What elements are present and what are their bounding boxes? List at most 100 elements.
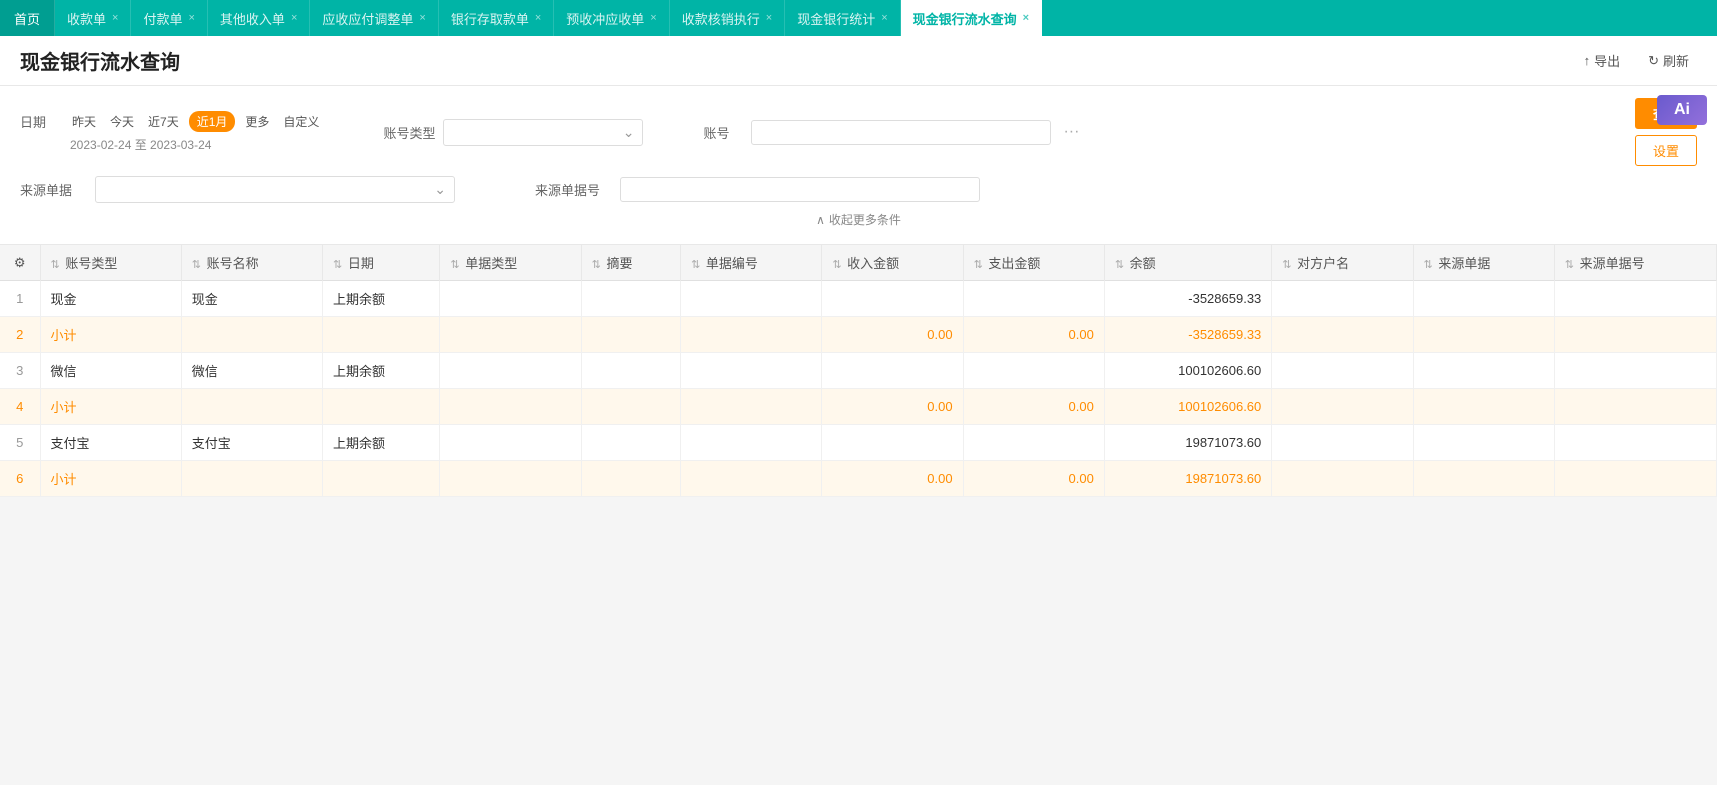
table-cell [1272, 281, 1413, 317]
table-row[interactable]: 3微信微信上期余额100102606.60 [0, 353, 1717, 389]
nav-tab-shoukuandan[interactable]: 收款单 × [55, 0, 131, 36]
top-nav: 首页 收款单 × 付款单 × 其他收入单 × 应收应付调整单 × 银行存取款单 … [0, 0, 1717, 36]
table-cell: 小计 [40, 317, 181, 353]
gear-icon[interactable]: ⚙ [14, 255, 26, 270]
nav-tab-fukuandan[interactable]: 付款单 × [131, 0, 207, 36]
table-cell: 微信 [40, 353, 181, 389]
sort-icon[interactable] [1565, 256, 1576, 271]
account-label: 账号 [703, 123, 743, 142]
table-cell: 1 [0, 281, 40, 317]
table-cell: -3528659.33 [1104, 281, 1271, 317]
table-row[interactable]: 6小计0.000.0019871073.60 [0, 461, 1717, 497]
col-counterparty: 对方户名 [1272, 245, 1413, 281]
col-account-name: 账号名称 [181, 245, 322, 281]
more-options-icon[interactable]: ··· [1063, 123, 1079, 141]
sort-icon[interactable] [592, 256, 603, 271]
table-cell [581, 317, 680, 353]
source-doc-label: 来源单据 [20, 180, 75, 199]
account-type-label: 账号类型 [383, 123, 435, 142]
nav-tab-yinhangcunkuandan[interactable]: 银行存取款单 × [439, 0, 554, 36]
nav-tab-xianjintongji[interactable]: 现金银行统计 × [785, 0, 900, 36]
sort-icon[interactable] [333, 256, 344, 271]
close-icon[interactable]: × [112, 12, 118, 24]
col-doc-no: 单据编号 [681, 245, 822, 281]
col-source-doc-no: 来源单据号 [1554, 245, 1716, 281]
table-cell [1554, 389, 1716, 425]
nav-tab-shoukuanhexiao[interactable]: 收款核销执行 × [670, 0, 785, 36]
date-shortcut-1month[interactable]: 近1月 [189, 111, 236, 132]
close-icon[interactable]: × [650, 12, 656, 24]
close-icon[interactable]: × [535, 12, 541, 24]
close-icon[interactable]: × [766, 12, 772, 24]
table-cell [822, 353, 963, 389]
refresh-button[interactable]: ↻ 刷新 [1640, 47, 1697, 74]
date-shortcut-yesterday[interactable]: 昨天 [68, 111, 100, 132]
table-row[interactable]: 5支付宝支付宝上期余额19871073.60 [0, 425, 1717, 461]
table-cell [681, 389, 822, 425]
date-shortcut-custom[interactable]: 自定义 [279, 111, 323, 132]
col-date: 日期 [323, 245, 440, 281]
collapse-icon: ∧ [816, 213, 825, 227]
nav-tab-qitashouru[interactable]: 其他收入单 × [208, 0, 310, 36]
table-cell [581, 389, 680, 425]
table-cell: 0.00 [963, 461, 1104, 497]
source-doc-no-input[interactable] [620, 177, 980, 202]
close-icon[interactable]: × [881, 12, 887, 24]
close-icon[interactable]: × [291, 12, 297, 24]
collapse-bar[interactable]: ∧ 收起更多条件 [20, 207, 1697, 236]
table-cell: 0.00 [822, 317, 963, 353]
col-source-doc: 来源单据 [1413, 245, 1554, 281]
table-cell: 0.00 [963, 389, 1104, 425]
date-shortcut-today[interactable]: 今天 [106, 111, 138, 132]
table-row[interactable]: 2小计0.000.00-3528659.33 [0, 317, 1717, 353]
table-row[interactable]: 4小计0.000.00100102606.60 [0, 389, 1717, 425]
source-doc-select[interactable] [95, 176, 455, 203]
sort-icon[interactable] [192, 256, 203, 271]
table-cell [1272, 353, 1413, 389]
table-cell: 上期余额 [323, 281, 440, 317]
close-icon[interactable]: × [419, 12, 425, 24]
table-cell [1413, 389, 1554, 425]
sort-icon[interactable] [974, 256, 985, 271]
date-shortcut-7days[interactable]: 近7天 [144, 111, 183, 132]
sort-icon[interactable] [1115, 256, 1126, 271]
ai-badge[interactable]: Ai [1657, 95, 1707, 125]
col-gear[interactable]: ⚙ [0, 245, 40, 281]
sort-icon[interactable] [1282, 256, 1293, 271]
table-cell [681, 425, 822, 461]
table-cell [581, 353, 680, 389]
export-button[interactable]: ↑ 导出 [1576, 47, 1629, 74]
table-cell [440, 389, 581, 425]
table-cell [581, 425, 680, 461]
date-shortcut-more[interactable]: 更多 [241, 111, 273, 132]
sort-icon[interactable] [691, 256, 702, 271]
account-input[interactable] [751, 120, 1051, 145]
table-row[interactable]: 1现金现金上期余额-3528659.33 [0, 281, 1717, 317]
col-balance: 余额 [1104, 245, 1271, 281]
account-type-select[interactable] [443, 119, 643, 146]
sort-icon[interactable] [832, 256, 843, 271]
nav-tab-yushoudan[interactable]: 预收冲应收单 × [554, 0, 669, 36]
table-cell: 3 [0, 353, 40, 389]
table-cell: 支付宝 [181, 425, 322, 461]
col-summary: 摘要 [581, 245, 680, 281]
table-cell [1413, 353, 1554, 389]
close-icon[interactable]: × [1023, 12, 1029, 24]
nav-tab-liushuichaxun[interactable]: 现金银行流水查询 × [901, 0, 1042, 36]
table-cell: 0.00 [822, 461, 963, 497]
table-cell [1413, 425, 1554, 461]
table-header-row: ⚙ 账号类型 账号名称 日期 单据类型 [0, 245, 1717, 281]
col-doc-type: 单据类型 [440, 245, 581, 281]
nav-tab-yingshoutiaozheng[interactable]: 应收应付调整单 × [310, 0, 438, 36]
close-icon[interactable]: × [188, 12, 194, 24]
table-cell [1554, 353, 1716, 389]
nav-home[interactable]: 首页 [0, 0, 55, 36]
sort-icon[interactable] [51, 256, 62, 271]
sort-icon[interactable] [450, 256, 461, 271]
settings-button[interactable]: 设置 [1635, 135, 1697, 166]
table-cell [181, 461, 322, 497]
table-cell [1272, 317, 1413, 353]
sort-icon[interactable] [1424, 256, 1435, 271]
header-actions: ↑ 导出 ↻ 刷新 [1576, 47, 1697, 74]
table-cell [581, 461, 680, 497]
